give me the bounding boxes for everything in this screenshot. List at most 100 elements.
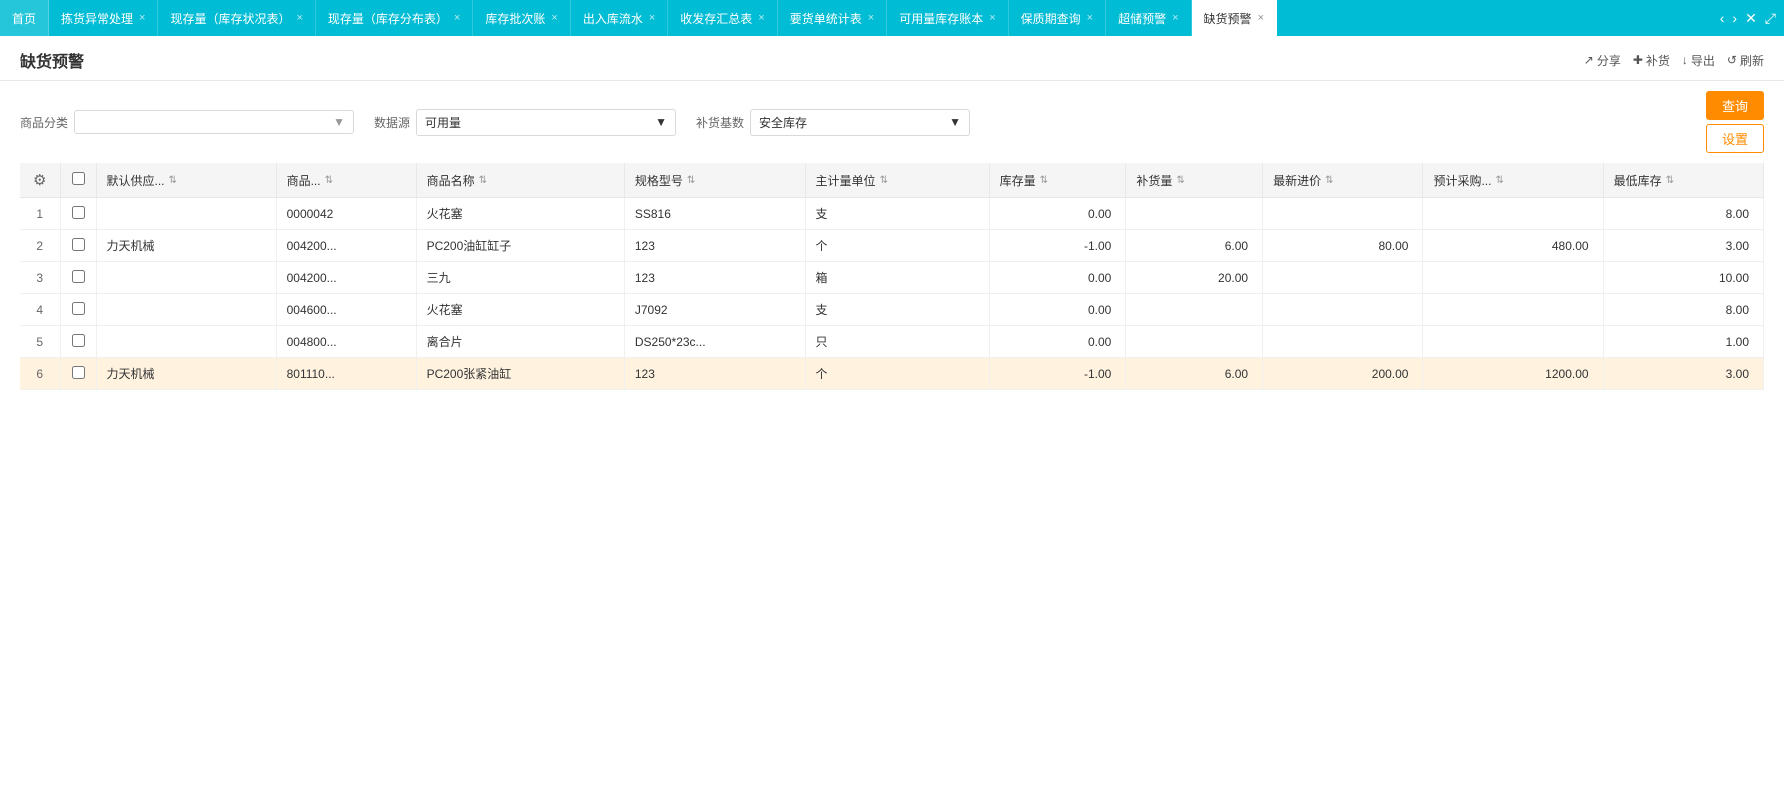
table-row: 5 004800... 离合片 DS250*23c... 只 0.00 1.00 xyxy=(20,326,1764,358)
row-supplier xyxy=(96,262,276,294)
row-min-stock: 8.00 xyxy=(1603,198,1763,230)
tab-expiry-query-close[interactable]: × xyxy=(1087,12,1093,24)
tab-inventory-dist[interactable]: 现存量（库存分布表） × xyxy=(316,0,473,36)
sort-icon-replenish: ⇅ xyxy=(1176,175,1184,186)
tab-collect-total-close[interactable]: × xyxy=(758,12,764,24)
tab-fullscreen-button[interactable]: ⤢ xyxy=(1761,0,1780,36)
row-product-code: 801110... xyxy=(276,358,416,390)
tab-next-button[interactable]: › xyxy=(1728,0,1741,36)
th-stock[interactable]: 库存量 ⇅ xyxy=(989,163,1126,198)
tab-exception[interactable]: 拣货异常处理 × xyxy=(49,0,158,36)
category-select[interactable]: ▼ xyxy=(74,110,354,134)
row-no: 2 xyxy=(20,230,60,262)
row-est-purchase xyxy=(1423,294,1603,326)
replenish-base-value: 安全库存 xyxy=(759,114,807,131)
tab-close-button[interactable]: ✕ xyxy=(1741,0,1761,36)
category-arrow-icon: ▼ xyxy=(333,115,345,129)
query-button[interactable]: 查询 xyxy=(1706,91,1764,120)
tab-collect-total[interactable]: 收发存汇总表 × xyxy=(668,0,777,36)
share-button[interactable]: 分享 xyxy=(1584,52,1621,69)
row-spec: 123 xyxy=(624,230,805,262)
datasource-select[interactable]: 可用量 ▼ xyxy=(416,109,676,136)
row-unit: 只 xyxy=(805,326,989,358)
supplement-button[interactable]: 补货 xyxy=(1633,52,1670,69)
row-no: 3 xyxy=(20,262,60,294)
tab-order-stats[interactable]: 要货单统计表 × xyxy=(778,0,887,36)
th-product-name[interactable]: 商品名称 ⇅ xyxy=(416,163,624,198)
sort-icon-unit: ⇅ xyxy=(880,175,888,186)
filter-actions: 查询 设置 xyxy=(1706,91,1764,153)
th-latest-price[interactable]: 最新进价 ⇅ xyxy=(1263,163,1423,198)
page-title: 缺货预警 xyxy=(20,48,84,72)
tab-inventory-status-close[interactable]: × xyxy=(296,12,302,24)
tab-prev-button[interactable]: ‹ xyxy=(1716,0,1729,36)
gear-icon[interactable]: ⚙ xyxy=(33,172,46,189)
th-unit[interactable]: 主计量单位 ⇅ xyxy=(805,163,989,198)
th-product-code[interactable]: 商品... ⇅ xyxy=(276,163,416,198)
th-gear[interactable]: ⚙ xyxy=(20,163,60,198)
tab-inout-flow[interactable]: 出入库流水 × xyxy=(571,0,668,36)
sort-icon-product-code: ⇅ xyxy=(325,175,333,186)
row-spec: 123 xyxy=(624,262,805,294)
tab-overstock-close[interactable]: × xyxy=(1172,12,1178,24)
tab-available-ledger-close[interactable]: × xyxy=(989,12,995,24)
export-button[interactable]: 导出 xyxy=(1682,52,1715,69)
row-checkbox[interactable] xyxy=(72,366,85,379)
row-checkbox-cell[interactable] xyxy=(60,358,96,390)
tab-batch-account-close[interactable]: × xyxy=(551,12,557,24)
tab-shortage-close[interactable]: × xyxy=(1258,12,1264,24)
sort-icon-spec: ⇅ xyxy=(687,175,695,186)
tab-available-ledger[interactable]: 可用量库存账本 × xyxy=(887,0,1008,36)
th-spec[interactable]: 规格型号 ⇅ xyxy=(624,163,805,198)
row-checkbox[interactable] xyxy=(72,302,85,315)
tab-exception-close[interactable]: × xyxy=(139,12,145,24)
tab-inout-flow-close[interactable]: × xyxy=(649,12,655,24)
sort-icon-est-purchase: ⇅ xyxy=(1495,175,1503,186)
th-min-stock[interactable]: 最低库存 ⇅ xyxy=(1603,163,1763,198)
row-spec: DS250*23c... xyxy=(624,326,805,358)
tab-expiry-query[interactable]: 保质期查询 × xyxy=(1009,0,1106,36)
tab-inventory-status[interactable]: 现存量（库存状况表） × xyxy=(158,0,315,36)
datasource-label: 数据源 xyxy=(374,114,410,131)
row-checkbox-cell[interactable] xyxy=(60,230,96,262)
tab-inventory-dist-close[interactable]: × xyxy=(454,12,460,24)
row-checkbox[interactable] xyxy=(72,206,85,219)
row-checkbox-cell[interactable] xyxy=(60,198,96,230)
row-checkbox-cell[interactable] xyxy=(60,262,96,294)
tab-overstock[interactable]: 超储预警 × xyxy=(1106,0,1191,36)
tab-order-stats-close[interactable]: × xyxy=(868,12,874,24)
settings-button[interactable]: 设置 xyxy=(1706,124,1764,153)
row-checkbox-cell[interactable] xyxy=(60,294,96,326)
row-supplier: 力天机械 xyxy=(96,358,276,390)
tab-batch-account[interactable]: 库存批次账 × xyxy=(473,0,570,36)
table-row: 6 力天机械 801110... PC200张紧油缸 123 个 -1.00 6… xyxy=(20,358,1764,390)
export-icon xyxy=(1682,53,1688,67)
datasource-value: 可用量 xyxy=(425,114,461,131)
filter-bar: 商品分类 ▼ 数据源 可用量 ▼ 补货基数 安全库存 ▼ 查询 设置 xyxy=(0,81,1784,163)
row-checkbox[interactable] xyxy=(72,238,85,251)
th-supplier[interactable]: 默认供应... ⇅ xyxy=(96,163,276,198)
th-est-purchase[interactable]: 预计采购... ⇅ xyxy=(1423,163,1603,198)
row-est-purchase xyxy=(1423,262,1603,294)
tab-shortage[interactable]: 缺货预警 × xyxy=(1192,0,1277,36)
row-latest-price xyxy=(1263,326,1423,358)
row-replenish: 6.00 xyxy=(1126,358,1263,390)
row-replenish xyxy=(1126,326,1263,358)
supplement-icon xyxy=(1633,53,1643,67)
row-no: 5 xyxy=(20,326,60,358)
row-supplier xyxy=(96,294,276,326)
row-replenish xyxy=(1126,198,1263,230)
th-checkbox[interactable] xyxy=(60,163,96,198)
replenish-base-arrow-icon: ▼ xyxy=(949,115,961,129)
refresh-button[interactable]: 刷新 xyxy=(1727,52,1764,69)
share-icon xyxy=(1584,53,1594,67)
th-replenish[interactable]: 补货量 ⇅ xyxy=(1126,163,1263,198)
replenish-base-select[interactable]: 安全库存 ▼ xyxy=(750,109,970,136)
row-checkbox-cell[interactable] xyxy=(60,326,96,358)
tab-home[interactable]: 首页 xyxy=(0,0,49,36)
row-unit: 个 xyxy=(805,230,989,262)
row-checkbox[interactable] xyxy=(72,270,85,283)
row-stock: 0.00 xyxy=(989,262,1126,294)
row-checkbox[interactable] xyxy=(72,334,85,347)
select-all-checkbox[interactable] xyxy=(72,172,85,185)
